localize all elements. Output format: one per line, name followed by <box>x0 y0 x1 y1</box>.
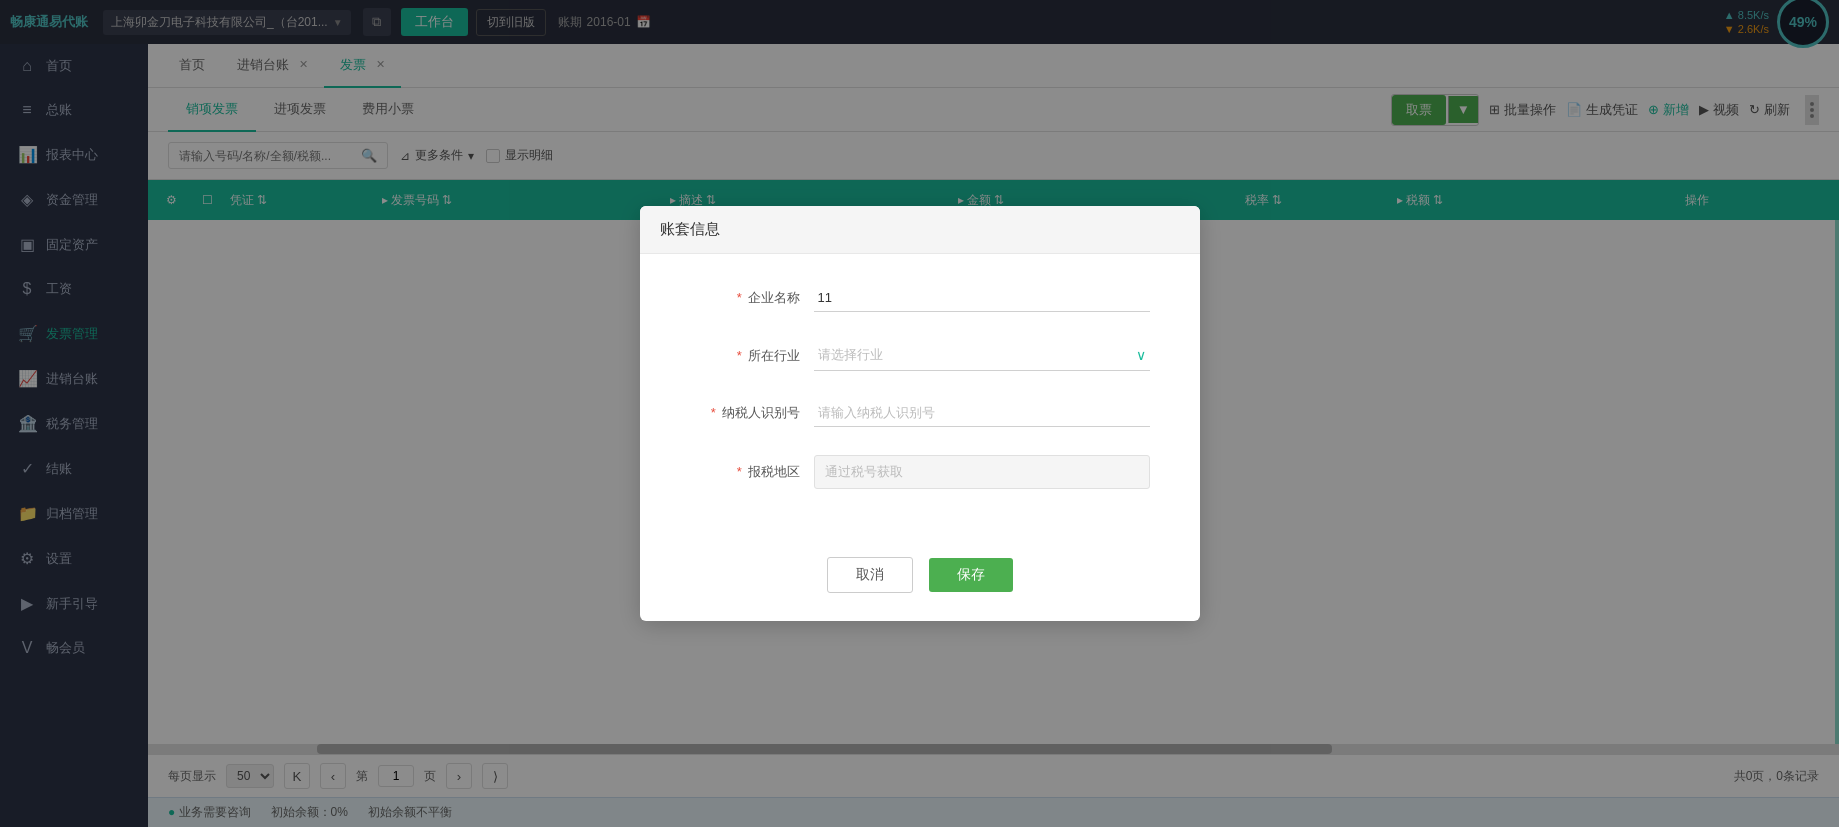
cancel-button[interactable]: 取消 <box>827 557 913 593</box>
form-row-tax-region: * 报税地区 通过税号获取 <box>690 455 1150 489</box>
industry-select[interactable]: 请选择行业 ∨ <box>814 340 1150 371</box>
tax-id-input[interactable] <box>814 399 1150 427</box>
form-row-company-name: * 企业名称 <box>690 284 1150 312</box>
industry-label: * 所在行业 <box>690 347 800 365</box>
tax-region-field: 通过税号获取 <box>814 455 1150 489</box>
modal-body: * 企业名称 * 所在行业 请选择行业 ∨ * <box>640 254 1200 547</box>
modal-header: 账套信息 <box>640 206 1200 254</box>
form-row-industry: * 所在行业 请选择行业 ∨ <box>690 340 1150 371</box>
tax-region-label: * 报税地区 <box>690 463 800 481</box>
save-button[interactable]: 保存 <box>929 558 1013 592</box>
tax-id-label: * 纳税人识别号 <box>690 404 800 422</box>
form-row-tax-id: * 纳税人识别号 <box>690 399 1150 427</box>
company-name-input[interactable] <box>814 284 1150 312</box>
modal-overlay[interactable]: 账套信息 * 企业名称 * 所在行业 请选择行业 ∨ <box>0 0 1839 827</box>
company-name-label: * 企业名称 <box>690 289 800 307</box>
modal-footer: 取消 保存 <box>640 547 1200 621</box>
modal-dialog: 账套信息 * 企业名称 * 所在行业 请选择行业 ∨ <box>640 206 1200 621</box>
industry-chevron-icon: ∨ <box>1136 347 1146 363</box>
